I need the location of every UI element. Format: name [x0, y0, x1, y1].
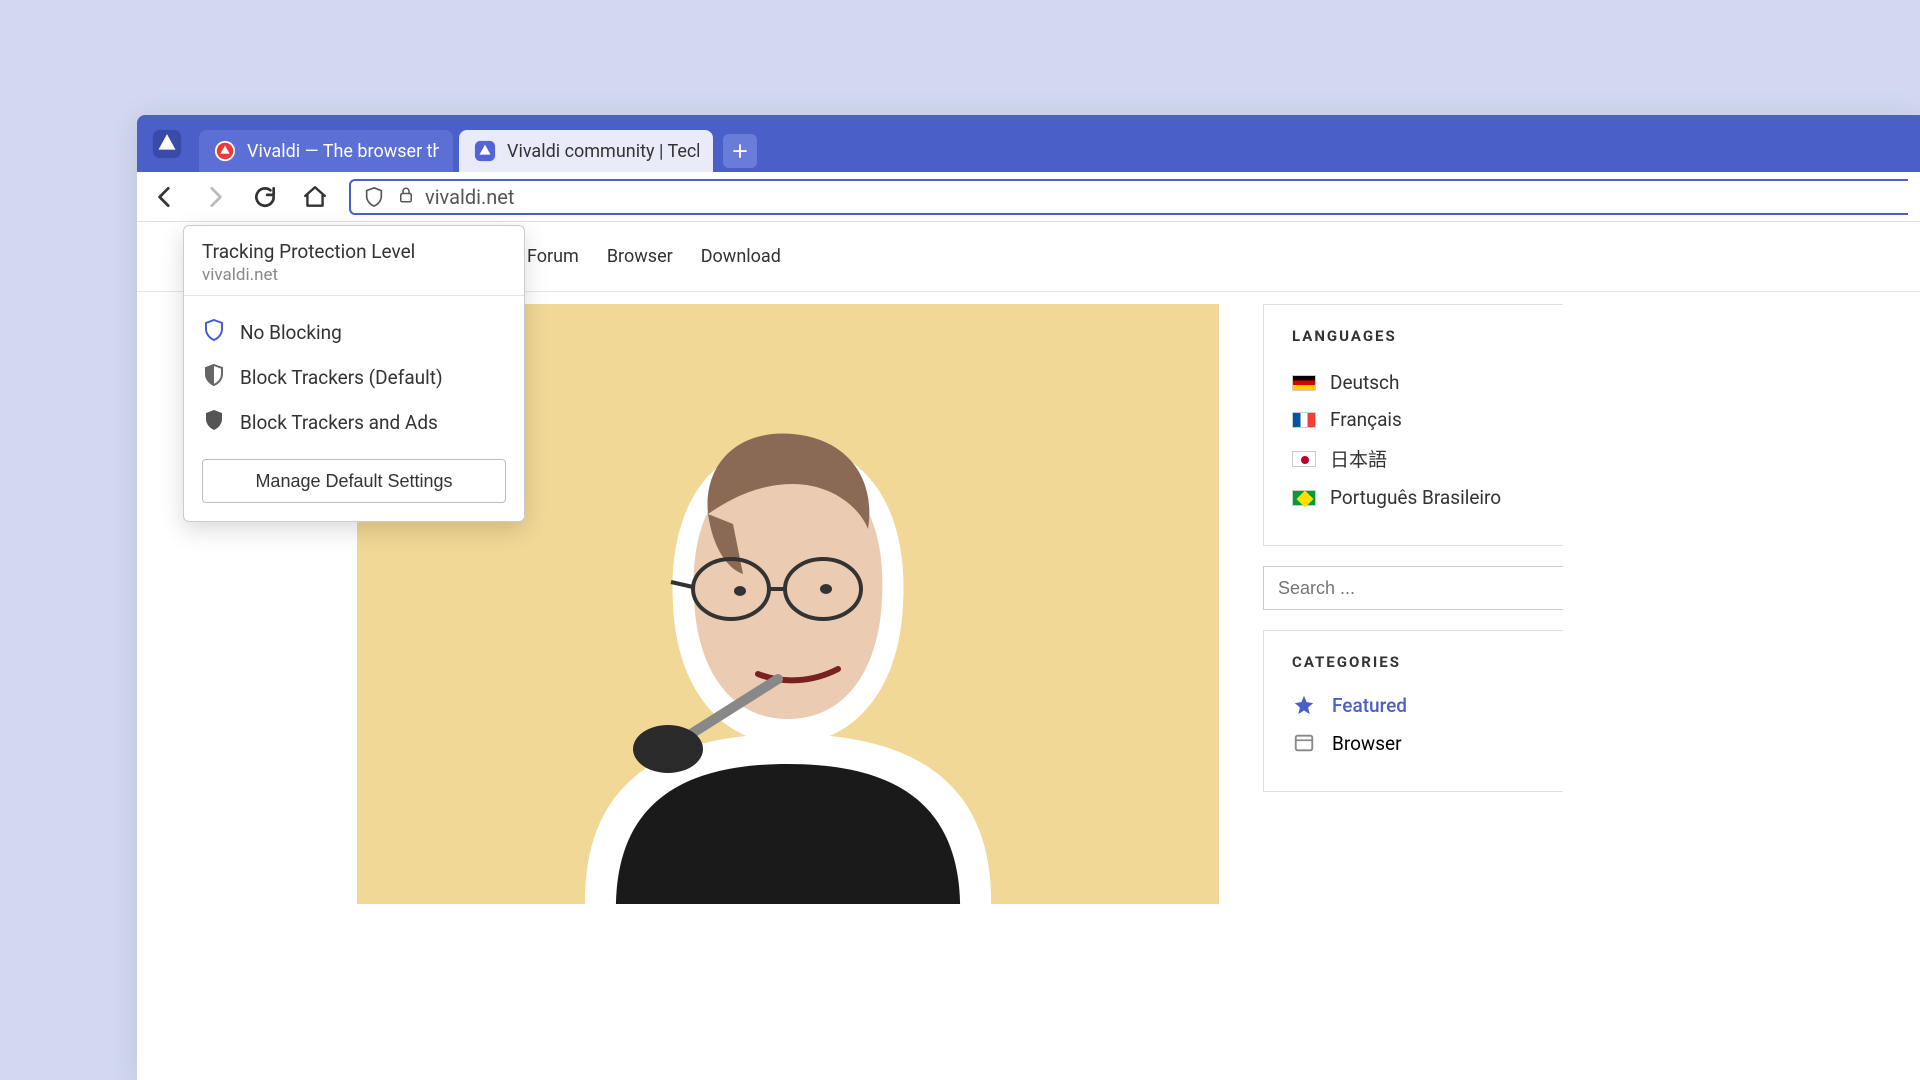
lock-icon [397, 186, 415, 208]
forward-button[interactable] [199, 181, 231, 213]
option-block-trackers-ads[interactable]: Block Trackers and Ads [202, 400, 506, 445]
tab-strip: Vivaldi — The browser that Vivaldi commu… [137, 115, 1920, 172]
home-button[interactable] [299, 181, 331, 213]
reload-button[interactable] [249, 181, 281, 213]
languages-box: LANGUAGES Deutsch Français 日本語 Português… [1263, 304, 1563, 546]
tab-label: Vivaldi — The browser that [247, 141, 439, 162]
category-featured[interactable]: Featured [1292, 693, 1563, 717]
language-japanese[interactable]: 日本語 [1292, 445, 1563, 472]
url-text: vivaldi.net [425, 185, 514, 209]
toolbar: vivaldi.net [137, 172, 1920, 222]
shield-full-icon [202, 408, 226, 437]
address-bar[interactable]: vivaldi.net [349, 179, 1908, 215]
option-no-blocking[interactable]: No Blocking [202, 310, 506, 355]
browser-window: Vivaldi — The browser that Vivaldi commu… [137, 115, 1920, 1080]
category-browser[interactable]: Browser [1292, 731, 1563, 755]
tab-vivaldi-site[interactable]: Vivaldi — The browser that [199, 130, 453, 172]
popup-host: vivaldi.net [202, 265, 506, 285]
language-portuguese-br[interactable]: Português Brasileiro [1292, 486, 1563, 509]
vivaldi-favicon-icon [473, 139, 497, 163]
portrait-illustration-icon [508, 374, 1068, 904]
manage-default-settings-button[interactable]: Manage Default Settings [202, 459, 506, 503]
shield-half-icon [202, 363, 226, 392]
blog-search-input[interactable] [1263, 566, 1563, 610]
vivaldi-favicon-icon [213, 139, 237, 163]
shield-outline-icon [202, 318, 226, 347]
categories-box: CATEGORIES Featured Browser [1263, 630, 1563, 792]
tracking-shield-icon[interactable] [361, 184, 387, 210]
tab-vivaldi-community[interactable]: Vivaldi community | Tech fo [459, 130, 713, 172]
nav-forum[interactable]: Forum [527, 246, 579, 267]
nav-download[interactable]: Download [701, 246, 781, 267]
categories-title: CATEGORIES [1292, 653, 1563, 671]
new-tab-button[interactable] [723, 134, 757, 168]
flag-br-icon [1292, 490, 1316, 506]
language-francais[interactable]: Français [1292, 408, 1563, 431]
tracking-protection-popup: Tracking Protection Level vivaldi.net No… [183, 225, 525, 522]
page-sidebar: LANGUAGES Deutsch Français 日本語 Português… [1263, 304, 1563, 904]
option-block-trackers[interactable]: Block Trackers (Default) [202, 355, 506, 400]
popup-title: Tracking Protection Level [202, 240, 506, 263]
back-button[interactable] [149, 181, 181, 213]
languages-title: LANGUAGES [1292, 327, 1563, 345]
star-icon [1292, 693, 1316, 717]
flag-fr-icon [1292, 412, 1316, 428]
language-deutsch[interactable]: Deutsch [1292, 371, 1563, 394]
tab-label: Vivaldi community | Tech fo [507, 141, 699, 162]
flag-de-icon [1292, 375, 1316, 391]
vivaldi-app-icon[interactable] [145, 122, 189, 166]
nav-browser[interactable]: Browser [607, 246, 673, 267]
flag-jp-icon [1292, 451, 1316, 467]
window-icon [1292, 731, 1316, 755]
